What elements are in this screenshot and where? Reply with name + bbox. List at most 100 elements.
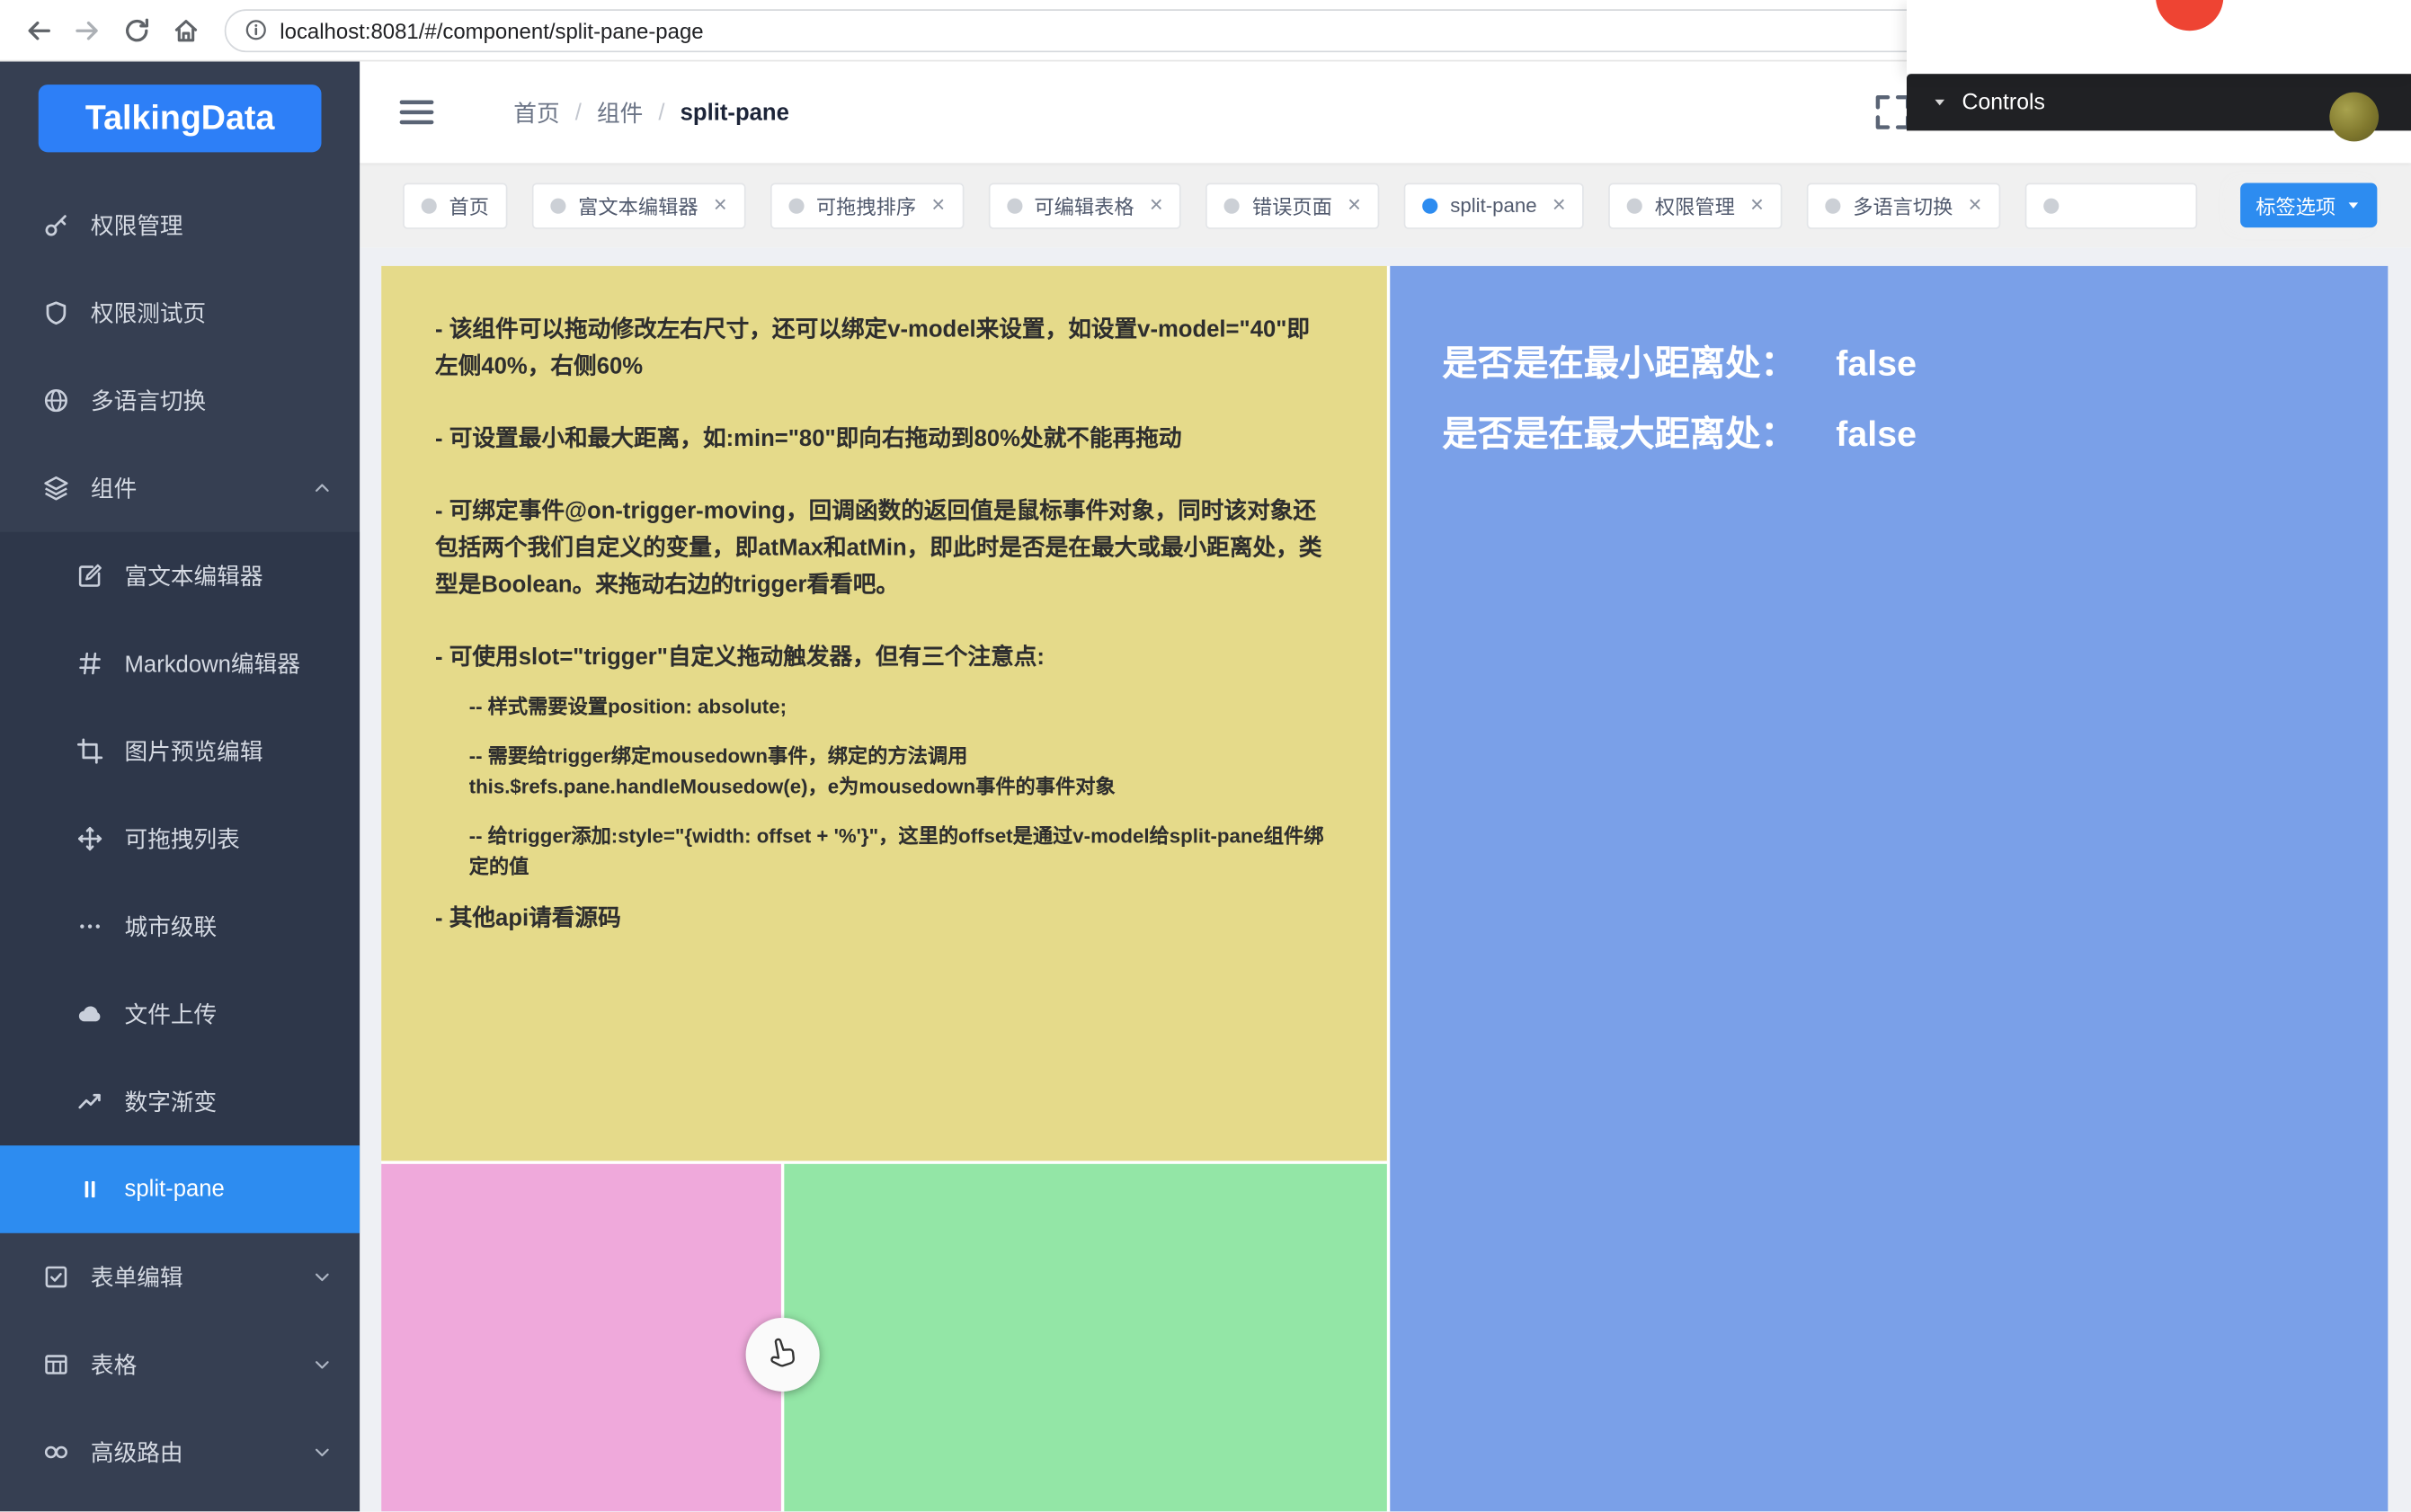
sidebar-item-label: 多语言切换: [90, 388, 207, 415]
tab-dot: [788, 197, 805, 213]
tab-editable-table[interactable]: 可编辑表格 ×: [988, 182, 1182, 229]
layers-icon: [43, 476, 69, 502]
tab-label: 错误页面: [1251, 195, 1332, 218]
tab-home[interactable]: 首页: [403, 182, 508, 229]
page-content: - 该组件可以拖动修改左右尺寸，还可以绑定v-model来设置，如设置v-mod…: [360, 247, 2411, 1512]
table-icon: [43, 1351, 69, 1377]
tab-dot: [1627, 197, 1643, 213]
tab-split-pane[interactable]: split-pane ×: [1403, 182, 1585, 229]
tab-draggable-sort[interactable]: 可拖拽排序 ×: [770, 182, 964, 229]
close-icon[interactable]: ×: [1348, 194, 1361, 218]
sidebar-menu: 权限管理 权限测试页 多语言切换 组件 富文本编辑器 Markdown编辑器 图…: [0, 182, 360, 1496]
sidebar-item-file-upload[interactable]: 文件上传: [0, 970, 360, 1057]
avatar[interactable]: [2329, 92, 2380, 142]
forward-arrow-icon: [74, 16, 102, 44]
nested-right-pane: [784, 1163, 1387, 1512]
tab-label: 富文本编辑器: [578, 195, 698, 218]
tab-dot: [1825, 197, 1841, 213]
site-info-icon: [245, 19, 268, 42]
hand-cursor-icon: [760, 1331, 806, 1378]
breadcrumb-home[interactable]: 首页: [513, 96, 559, 129]
at-max-label: 是否是在最大距离处：: [1442, 414, 1796, 454]
close-icon[interactable]: ×: [1750, 194, 1764, 218]
forward-button[interactable]: [65, 7, 111, 53]
tabs-strip: 首页 富文本编辑器 × 可拖拽排序 × 可编辑表格 × 错误页面 × split…: [360, 182, 2411, 229]
chevron-down-icon: [1931, 93, 1948, 111]
back-button[interactable]: [15, 7, 61, 53]
chevron-down-icon: [312, 1267, 332, 1286]
tab-label: 权限管理: [1654, 195, 1735, 218]
sidebar-item-components[interactable]: 组件: [0, 444, 360, 531]
sidebar-item-number-gradient[interactable]: 数字渐变: [0, 1058, 360, 1145]
sidebar-item-image-preview-edit[interactable]: 图片预览编辑: [0, 707, 360, 795]
sidebar-item-permission-manage[interactable]: 权限管理: [0, 182, 360, 269]
status-pane: 是否是在最小距离处： false 是否是在最大距离处： false: [1390, 265, 2389, 1512]
sidebar-item-permission-test[interactable]: 权限测试页: [0, 269, 360, 356]
move-icon: [77, 826, 103, 852]
shield-icon: [43, 300, 69, 326]
description-subline: -- 样式需要设置position: absolute;: [468, 695, 787, 718]
at-max-status: 是否是在最大距离处： false: [1442, 398, 2357, 469]
sidebar-item-label: 数字渐变: [124, 1090, 218, 1116]
tab-permission-manage[interactable]: 权限管理 ×: [1608, 182, 1783, 229]
nested-left-pane: [381, 1163, 781, 1512]
tab-label: 首页: [449, 195, 489, 218]
sidebar-item-city-cascade[interactable]: 城市级联: [0, 883, 360, 970]
breadcrumb-current: split-pane: [680, 99, 789, 126]
sidebar-item-label: split-pane: [124, 1176, 225, 1203]
tab-i18n[interactable]: 多语言切换 ×: [1806, 182, 2001, 229]
close-icon[interactable]: ×: [1150, 194, 1163, 218]
breadcrumb-section[interactable]: 组件: [597, 96, 643, 129]
tag-options-label: 标签选项: [2255, 195, 2336, 218]
hash-icon: [77, 651, 103, 677]
components-submenu: 富文本编辑器 Markdown编辑器 图片预览编辑 可拖拽列表 城市级联 文件上…: [0, 531, 360, 1233]
checkbox-icon: [43, 1264, 69, 1290]
record-button[interactable]: [2156, 0, 2224, 31]
at-max-value: false: [1836, 414, 1917, 454]
nested-split-pane: [381, 1163, 1387, 1512]
description-line: - 可使用slot="trigger"自定义拖动触发器，但有三个注意点:: [435, 644, 1045, 671]
tab-label: 多语言切换: [1853, 195, 1953, 218]
sidebar-item-label: Markdown编辑器: [124, 652, 300, 679]
sidebar-item-label: 权限测试页: [90, 301, 207, 328]
sidebar-item-label: 文件上传: [124, 1002, 218, 1029]
back-arrow-icon: [24, 16, 52, 44]
breadcrumb-separator: /: [574, 99, 582, 126]
sidebar-item-advanced-router[interactable]: 高级路由: [0, 1409, 360, 1496]
sidebar-item-table[interactable]: 表格: [0, 1321, 360, 1408]
tab-dot: [421, 197, 437, 213]
caret-down-icon: [2344, 197, 2362, 214]
sidebar-item-label: 富文本编辑器: [124, 564, 263, 591]
close-icon[interactable]: ×: [1969, 194, 1982, 218]
tag-options-button[interactable]: 标签选项: [2240, 182, 2378, 228]
cloud-upload-icon: [77, 1001, 103, 1027]
sidebar: TalkingData 权限管理 权限测试页 多语言切换 组件 富文本编辑器 M…: [0, 61, 360, 1512]
sidebar-item-markdown-editor[interactable]: Markdown编辑器: [0, 619, 360, 707]
close-icon[interactable]: ×: [714, 194, 727, 218]
hamburger-menu-icon[interactable]: [396, 93, 436, 132]
tab-dot: [1224, 197, 1241, 213]
chevron-down-icon: [312, 1355, 332, 1374]
sidebar-item-label: 高级路由: [90, 1440, 183, 1467]
split-drag-trigger[interactable]: [745, 1317, 820, 1392]
close-icon[interactable]: ×: [1552, 194, 1566, 218]
sidebar-item-form-edit[interactable]: 表单编辑: [0, 1233, 360, 1321]
sidebar-item-label: 城市级联: [124, 914, 218, 941]
at-min-status: 是否是在最小距离处： false: [1442, 327, 2357, 398]
breadcrumb: 首页 / 组件 / split-pane: [513, 96, 789, 129]
tab-richtext-editor[interactable]: 富文本编辑器 ×: [531, 182, 746, 229]
tab-error-page[interactable]: 错误页面 ×: [1206, 182, 1380, 229]
sidebar-item-draggable-list[interactable]: 可拖拽列表: [0, 795, 360, 882]
sidebar-item-label: 权限管理: [90, 213, 183, 240]
sidebar-item-richtext-editor[interactable]: 富文本编辑器: [0, 532, 360, 619]
close-icon[interactable]: ×: [931, 194, 945, 218]
reload-button[interactable]: [114, 7, 160, 53]
reload-icon: [123, 16, 151, 44]
tab-partial[interactable]: [2024, 182, 2197, 229]
sidebar-item-i18n[interactable]: 多语言切换: [0, 357, 360, 444]
home-button[interactable]: [163, 7, 209, 53]
home-icon: [173, 16, 200, 44]
sidebar-item-label: 表格: [90, 1353, 138, 1380]
chevron-up-icon: [312, 478, 332, 498]
sidebar-item-split-pane[interactable]: split-pane: [0, 1145, 360, 1233]
